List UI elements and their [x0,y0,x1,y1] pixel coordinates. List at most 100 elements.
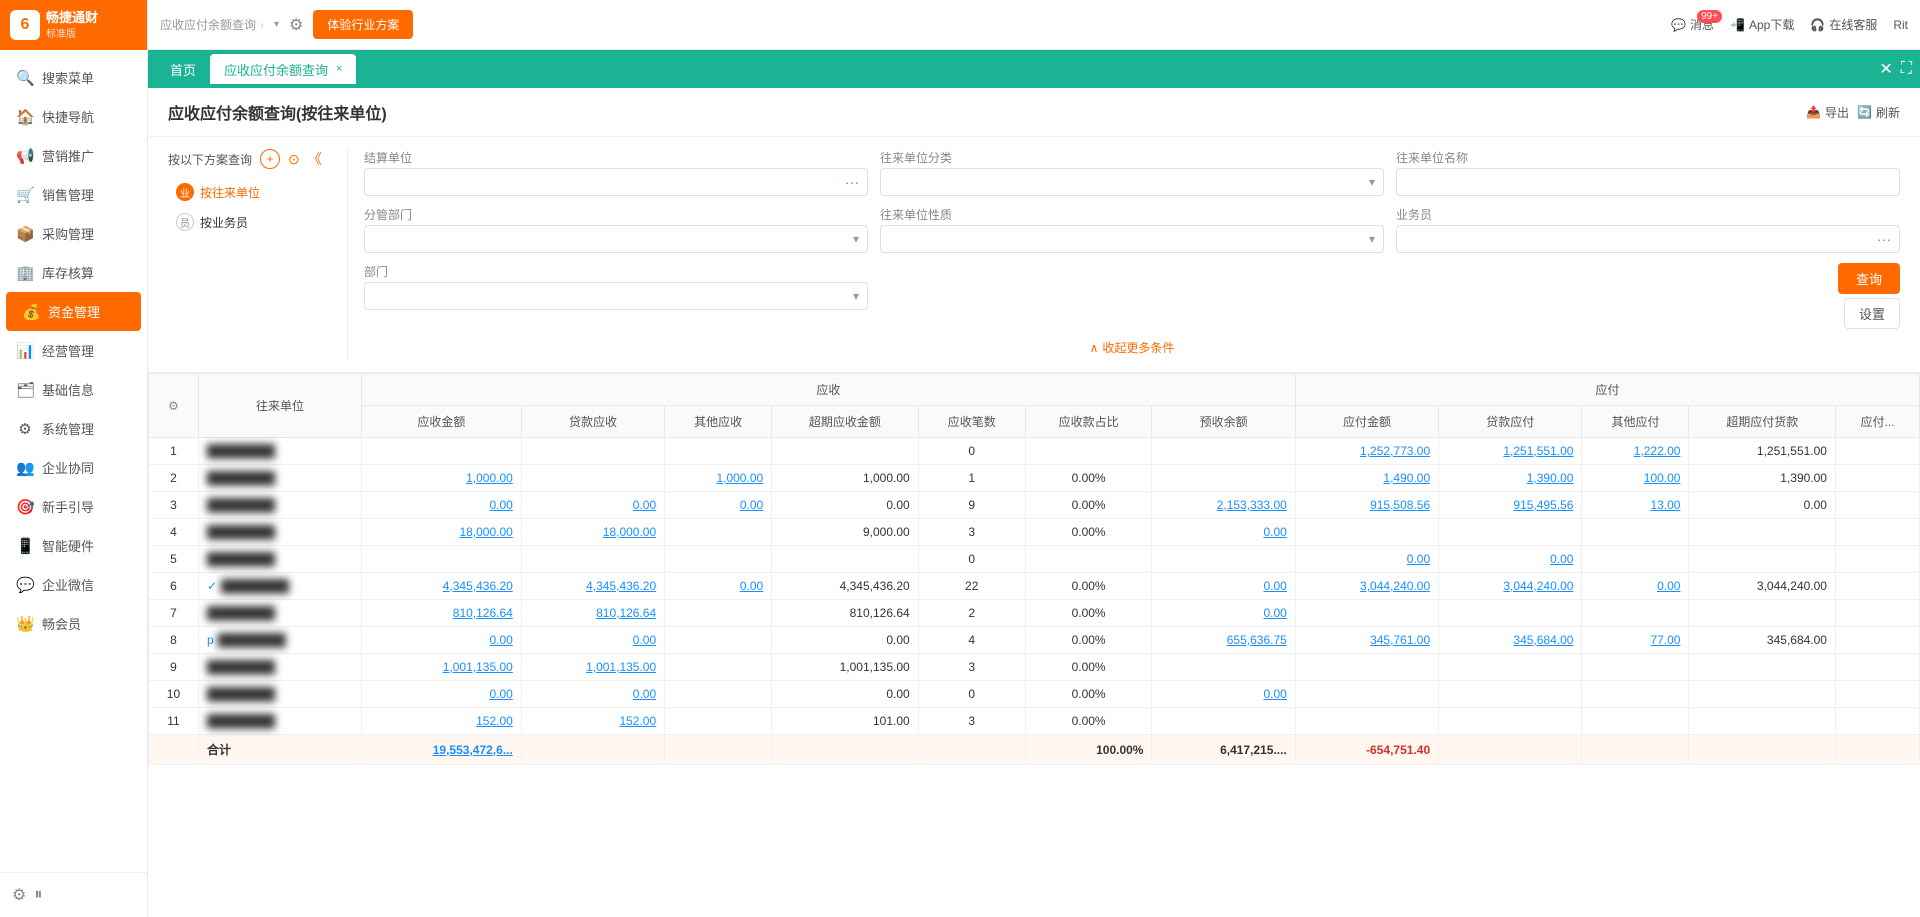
cell-link[interactable]: 1,252,773.00 [1360,444,1430,458]
export-button[interactable]: 📤 导出 [1806,104,1849,121]
col-settings[interactable]: ⚙ [149,374,199,438]
cell-link[interactable]: 0.00 [633,633,656,647]
filter-add-button[interactable]: + [260,149,280,169]
cell-link[interactable]: 1,490.00 [1383,471,1430,485]
sidebar-item-guide[interactable]: 🎯 新手引导 [0,487,147,526]
cell-link[interactable]: 152.00 [476,714,513,728]
sidebar-item-inventory[interactable]: 🏢 库存核算 [0,253,147,292]
query-button[interactable]: 查询 [1838,263,1900,294]
cell-link[interactable]: 0.00 [1263,525,1286,539]
sidebar-item-purchase[interactable]: 📦 采购管理 [0,214,147,253]
cell-link[interactable]: 1,251,551.00 [1503,444,1573,458]
sidebar-item-member[interactable]: 👑 畅会员 [0,604,147,643]
breadcrumb-chevron-icon[interactable]: ▾ [274,19,279,30]
filter-dept-input[interactable]: ▾ [364,225,868,253]
sidebar-item-collab[interactable]: 👥 企业协同 [0,448,147,487]
cell-link[interactable]: 345,684.00 [1513,633,1573,647]
cell-link[interactable]: 655,636.75 [1227,633,1287,647]
refresh-button[interactable]: 🔄 刷新 [1857,104,1900,121]
cell-link[interactable]: 18,000.00 [459,525,512,539]
cell-link[interactable]: 345,761.00 [1370,633,1430,647]
cell-link[interactable]: 3,044,240.00 [1360,579,1430,593]
tab-maximize-icon[interactable]: ⛶ [1901,60,1912,78]
cell-link[interactable]: 1,390.00 [1527,471,1574,485]
cell-link[interactable]: 0.00 [489,498,512,512]
cell-link[interactable]: 0.00 [489,633,512,647]
sidebar-item-hardware[interactable]: 📱 智能硬件 [0,526,147,565]
cell-ys-yushou [1152,654,1295,681]
cell-link[interactable]: 1,001,135.00 [586,660,656,674]
header-messages[interactable]: 💬 消息 99+ [1671,16,1714,33]
filter-jiesuan-label: 结算单位 [364,149,868,166]
cell-link[interactable]: 0.00 [1657,579,1680,593]
cell-link[interactable]: 0.00 [1263,606,1286,620]
cell-link[interactable]: 4,345,436.20 [443,579,513,593]
filter-nature-input[interactable]: ▾ [880,225,1384,253]
sidebar-item-sales[interactable]: 🛒 销售管理 [0,175,147,214]
cell-link[interactable]: 915,508.56 [1370,498,1430,512]
scheme-item-partner[interactable]: 业 按往来单位 [168,179,337,205]
sidebar-item-finance[interactable]: 💰 资金管理 [6,292,141,331]
filter-bumen-input[interactable]: ▾ [364,282,868,310]
partner-name: ████████ [207,525,275,539]
cell-link[interactable]: 3,044,240.00 [1503,579,1573,593]
row-num: 7 [149,600,199,627]
settings-footer-btn[interactable]: ⚙ [12,885,26,905]
cell-link[interactable]: 810,126.64 [596,606,656,620]
tab-close-window-icon[interactable]: ✕ [1879,59,1892,79]
sidebar-item-wechat[interactable]: 💬 企业微信 [0,565,147,604]
cell-link[interactable]: 1,000.00 [716,471,763,485]
cell-link[interactable]: 1,222.00 [1634,444,1681,458]
sidebar-item-marketing[interactable]: 📢 营销推广 [0,136,147,175]
collapse-sidebar-btn[interactable]: ⏸ [34,886,42,904]
tab-home[interactable]: 首页 [156,54,210,84]
cell-link[interactable]: 13.00 [1650,498,1680,512]
page-actions: 📤 导出 🔄 刷新 [1806,104,1900,121]
cell-link[interactable]: 0.00 [1407,552,1430,566]
sidebar-item-nav[interactable]: 🏠 快捷导航 [0,97,147,136]
cell-link[interactable]: 0.00 [633,687,656,701]
cell-link[interactable]: 2,153,333.00 [1217,498,1287,512]
filter-collapse-icon[interactable]: 《 [308,149,322,169]
settings-button[interactable]: 设置 [1844,298,1900,329]
cell-link[interactable]: 0.00 [1550,552,1573,566]
cell-link[interactable]: 152.00 [619,714,656,728]
cell-link[interactable]: 0.00 [1263,687,1286,701]
cell-link[interactable]: 1,000.00 [466,471,513,485]
cell-link[interactable]: 810,126.64 [453,606,513,620]
sidebar-item-system[interactable]: ⚙ 系统管理 [0,409,147,448]
cell-link[interactable]: 0.00 [633,498,656,512]
scheme-item-salesman[interactable]: 员 按业务员 [168,209,337,235]
filter-salesman-input[interactable]: ··· [1396,225,1900,253]
header-gear-icon[interactable]: ⚙ [289,15,303,35]
cell-link[interactable]: 0.00 [740,579,763,593]
table-settings-icon[interactable]: ⚙ [168,399,179,413]
filter-nature-label: 往来单位性质 [880,206,1384,223]
filter-options-icon[interactable]: ⊙ [288,151,300,168]
filter-collapse-btn[interactable]: ∧ 收起更多条件 [364,335,1900,360]
cell-link[interactable]: 915,495.56 [1513,498,1573,512]
filter-partner-name-input[interactable] [1396,168,1900,196]
sidebar-item-basicinfo[interactable]: 🗂 基础信息 [0,370,147,409]
cell-link[interactable]: 0.00 [489,687,512,701]
cell-link[interactable]: 0.00 [740,498,763,512]
sidebar-item-search[interactable]: 🔍 搜索菜单 [0,58,147,97]
cell-ys-zb: 0.00% [1025,654,1152,681]
cell-link[interactable]: 18,000.00 [603,525,656,539]
filter-jiesuan-input[interactable]: ··· [364,168,868,196]
header-online-service[interactable]: 🎧 在线客服 [1810,16,1877,33]
partner-name: ████████ [207,687,275,701]
main-content: 应收应付余额查询(按往来单位) 📤 导出 🔄 刷新 按以下方案查询 + ⊙ 《 [148,88,1920,917]
sidebar-item-operation[interactable]: 📊 经营管理 [0,331,147,370]
cell-link[interactable]: 0.00 [1263,579,1286,593]
tab-close-icon[interactable]: × [336,63,342,75]
cell-link[interactable]: 100.00 [1644,471,1681,485]
trial-button[interactable]: 体验行业方案 [313,10,413,39]
header-app-download[interactable]: 📲 App下载 [1730,16,1794,33]
tab-receivable[interactable]: 应收应付余额查询 × [210,54,356,84]
cell-link[interactable]: 4,345,436.20 [586,579,656,593]
cell-link[interactable]: 1,001,135.00 [443,660,513,674]
cell-link[interactable]: 77.00 [1650,633,1680,647]
filter-category-input[interactable]: ▾ [880,168,1384,196]
header-user[interactable]: Rit [1893,18,1908,32]
